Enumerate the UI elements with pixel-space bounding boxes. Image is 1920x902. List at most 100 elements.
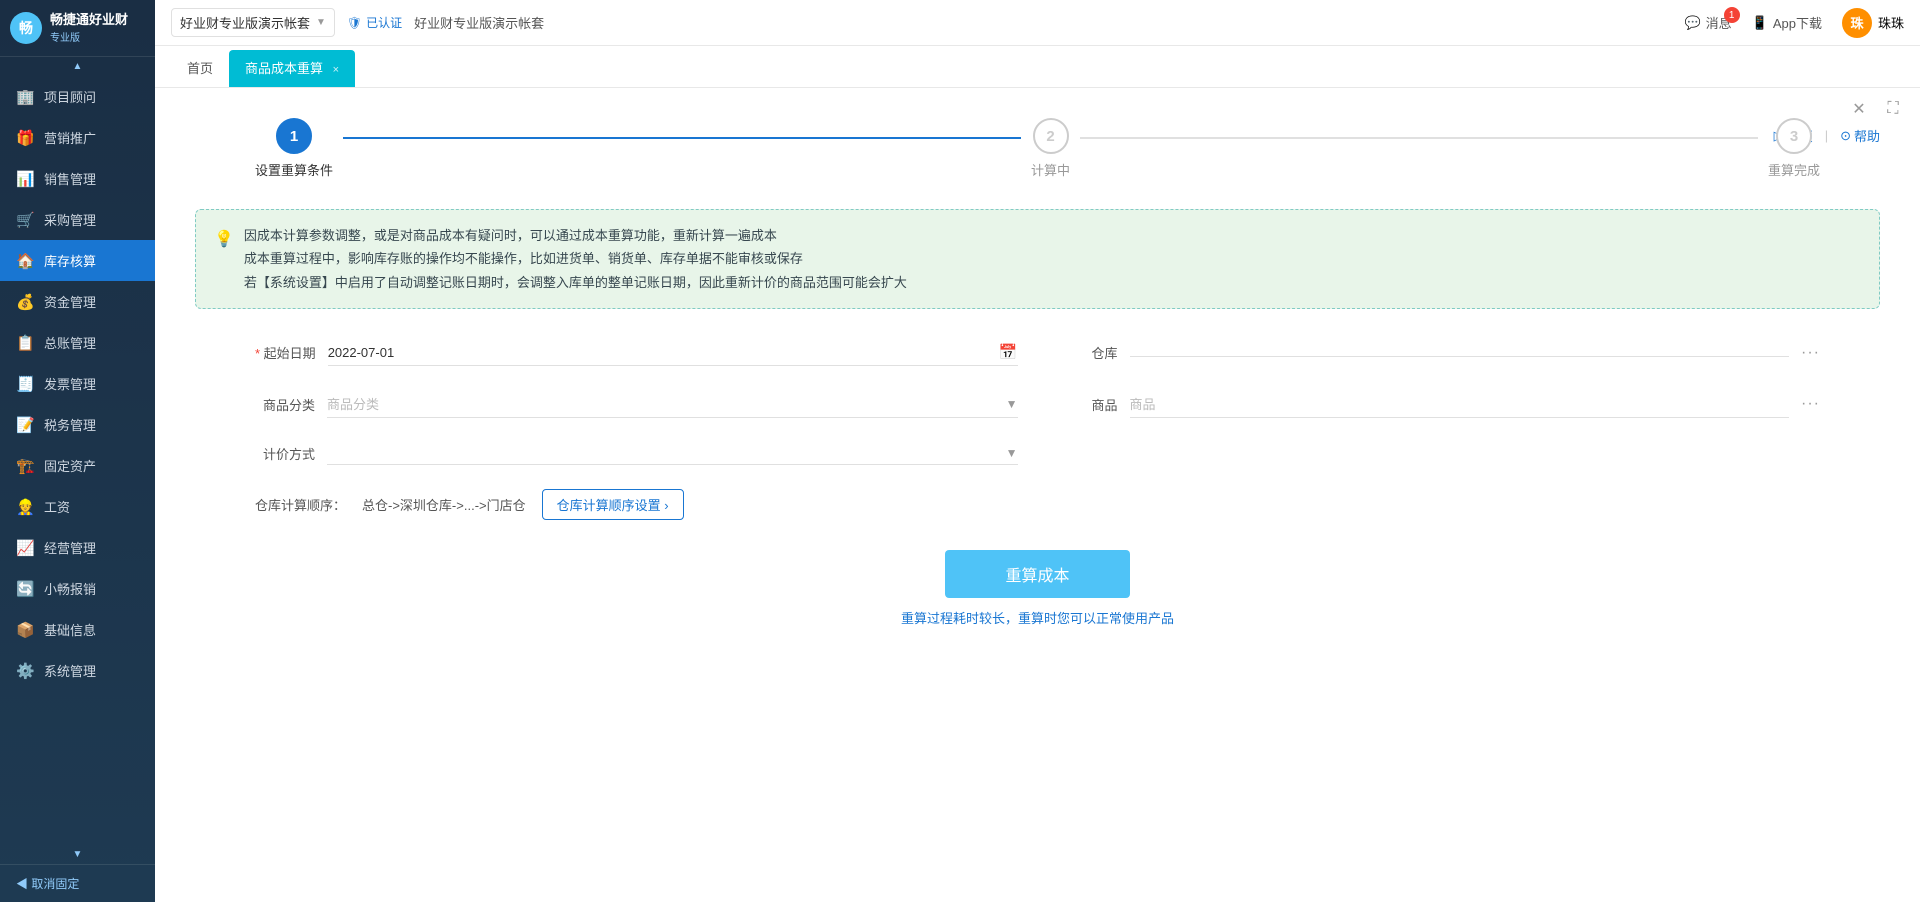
recalc-button[interactable]: 重算成本 [945,550,1129,598]
sidebar-scroll-down[interactable]: ▼ [0,845,155,864]
step-3-label: 重算完成 [1768,160,1820,179]
pricing-field: 计价方式 ▼ [255,442,1018,465]
sidebar-item-sales[interactable]: 📊 销售管理 [0,158,155,199]
warehouse-input-wrap [1130,348,1790,357]
message-button[interactable]: 💬 消息 1 [1684,13,1731,32]
warehouse-order-settings-button[interactable]: 仓库计算顺序设置 › [542,489,684,520]
step-line-1 [343,137,1021,139]
assets-icon: 🏗️ [16,457,34,475]
tab-close-icon[interactable]: × [333,64,339,76]
sidebar-item-accounting[interactable]: 📋 总账管理 [0,322,155,363]
topbar-right: 💬 消息 1 📱 App下载 珠 珠珠 [1684,8,1904,38]
sidebar-item-marketing[interactable]: 🎁 营销推广 [0,117,155,158]
sidebar-item-operations[interactable]: 📈 经营管理 [0,527,155,568]
window-controls: ✕ ⛶ [1848,98,1904,120]
sidebar-item-expense[interactable]: 🔄 小畅报销 [0,568,155,609]
logo-text: 畅捷通好业财 专业版 [50,12,128,44]
sidebar-item-basic[interactable]: 📦 基础信息 [0,609,155,650]
invoice-icon: 🧾 [16,375,34,393]
user-name: 珠珠 [1878,13,1904,32]
info-box: 💡 因成本计算参数调整，或是对商品成本有疑问时，可以通过成本重算功能，重新计算一… [195,209,1880,309]
sidebar-item-salary[interactable]: 👷 工资 [0,486,155,527]
tab-recalc[interactable]: 商品成本重算 × [229,50,355,87]
message-icon: 💬 [1684,15,1700,31]
sidebar-nav: 🏢 项目顾问 🎁 营销推广 📊 销售管理 🛒 采购管理 🏠 库存核算 💰 资金管… [0,76,155,845]
logo-icon: 畅 [10,12,42,44]
sidebar-item-tax[interactable]: 📝 税务管理 [0,404,155,445]
salary-icon: 👷 [16,498,34,516]
sidebar-item-finance[interactable]: 💰 资金管理 [0,281,155,322]
shield-icon: 🛡 [347,16,362,30]
main-area: 好业财专业版演示帐套 ▼ 🛡 已认证 好业财专业版演示帐套 💬 消息 1 📱 A… [155,0,1920,902]
sidebar-item-assets[interactable]: 🏗️ 固定资产 [0,445,155,486]
basic-icon: 📦 [16,621,34,639]
start-date-input[interactable] [328,345,991,360]
help-divider: | [1825,128,1828,143]
form-section: 起始日期 📅 仓库 ··· 商品分类 [195,339,1880,520]
expand-button[interactable]: ⛶ [1882,98,1904,120]
accounting-icon: 📋 [16,334,34,352]
pricing-chevron-down-icon: ▼ [1006,446,1018,460]
user-avatar[interactable]: 珠 珠珠 [1842,8,1904,38]
purchase-icon: 🛒 [16,211,34,229]
sidebar-item-inventory[interactable]: 🏠 库存核算 [0,240,155,281]
warehouse-field: 仓库 ··· [1058,343,1821,362]
step-2: 2 计算中 [1031,118,1070,179]
sidebar-scroll-up[interactable]: ▲ [0,57,155,76]
step-1-circle: 1 [276,118,312,154]
account-selector[interactable]: 好业财专业版演示帐套 ▼ [171,8,335,37]
goods-field: 商品 商品 ··· [1058,390,1821,418]
category-label: 商品分类 [255,395,315,414]
pricing-label: 计价方式 [255,444,315,463]
message-badge: 1 [1724,7,1740,23]
tab-home[interactable]: 首页 [171,50,229,87]
sales-icon: 📊 [16,170,34,188]
form-row-1: 起始日期 📅 仓库 ··· [255,339,1820,366]
sidebar-item-purchase[interactable]: 🛒 采购管理 [0,199,155,240]
start-date-input-wrap: 📅 [328,339,1018,366]
start-date-label: 起始日期 [255,343,316,362]
stepper: 1 设置重算条件 2 计算中 3 重算完成 ▷ 视 [195,118,1880,179]
tax-icon: 📝 [16,416,34,434]
close-button[interactable]: ✕ [1848,98,1870,120]
system-icon: ⚙️ [16,662,34,680]
warehouse-order-row: 仓库计算顺序： 总仓->深圳仓库->...->门店仓 仓库计算顺序设置 › [255,489,1820,520]
app-download-button[interactable]: 📱 App下载 [1752,13,1822,32]
tabs-bar: 首页 商品成本重算 × [155,46,1920,88]
help-link[interactable]: ⊙ 帮助 [1840,126,1880,145]
avatar: 珠 [1842,8,1872,38]
operations-icon: 📈 [16,539,34,557]
sidebar-item-system[interactable]: ⚙️ 系统管理 [0,650,155,691]
chevron-down-icon: ▼ [316,17,326,28]
expense-icon: 🔄 [16,580,34,598]
topbar: 好业财专业版演示帐套 ▼ 🛡 已认证 好业财专业版演示帐套 💬 消息 1 📱 A… [155,0,1920,46]
recalc-section: 重算成本 重算过程耗时较长，重算时您可以正常使用产品 [195,550,1880,627]
info-text: 因成本计算参数调整，或是对商品成本有疑问时，可以通过成本重算功能，重新计算一遍成… [244,224,907,294]
step-3-circle: 3 [1776,118,1812,154]
warehouse-order-label: 仓库计算顺序： [255,495,346,514]
company-name: 好业财专业版演示帐套 [414,13,544,32]
step-2-label: 计算中 [1031,160,1070,179]
sidebar-item-invoice[interactable]: 🧾 发票管理 [0,363,155,404]
goods-more-button[interactable]: ··· [1801,395,1820,413]
category-select[interactable]: 商品分类 ▼ [327,390,1018,418]
marketing-icon: 🎁 [16,129,34,147]
category-field: 商品分类 商品分类 ▼ [255,390,1018,418]
form-row-2: 商品分类 商品分类 ▼ 商品 商品 ··· [255,390,1820,418]
question-icon: ⊙ [1840,128,1851,144]
sidebar: 畅 畅捷通好业财 专业版 ▲ 🏢 项目顾问 🎁 营销推广 📊 销售管理 🛒 采购… [0,0,155,902]
pricing-select[interactable]: ▼ [327,442,1018,465]
warehouse-more-button[interactable]: ··· [1801,344,1820,362]
warehouse-order-value: 总仓->深圳仓库->...->门店仓 [362,495,526,514]
start-date-field: 起始日期 📅 [255,339,1018,366]
project-icon: 🏢 [16,88,34,106]
recalc-hint: 重算过程耗时较长，重算时您可以正常使用产品 [901,608,1174,627]
sidebar-unpin-button[interactable]: ◀ 取消固定 [0,864,155,902]
step-3: 3 重算完成 [1768,118,1820,179]
calendar-icon[interactable]: 📅 [999,343,1018,361]
sidebar-item-project[interactable]: 🏢 项目顾问 [0,76,155,117]
step-1-label: 设置重算条件 [255,160,333,179]
warehouse-label: 仓库 [1058,343,1118,362]
form-row-3: 计价方式 ▼ [255,442,1820,465]
finance-icon: 💰 [16,293,34,311]
